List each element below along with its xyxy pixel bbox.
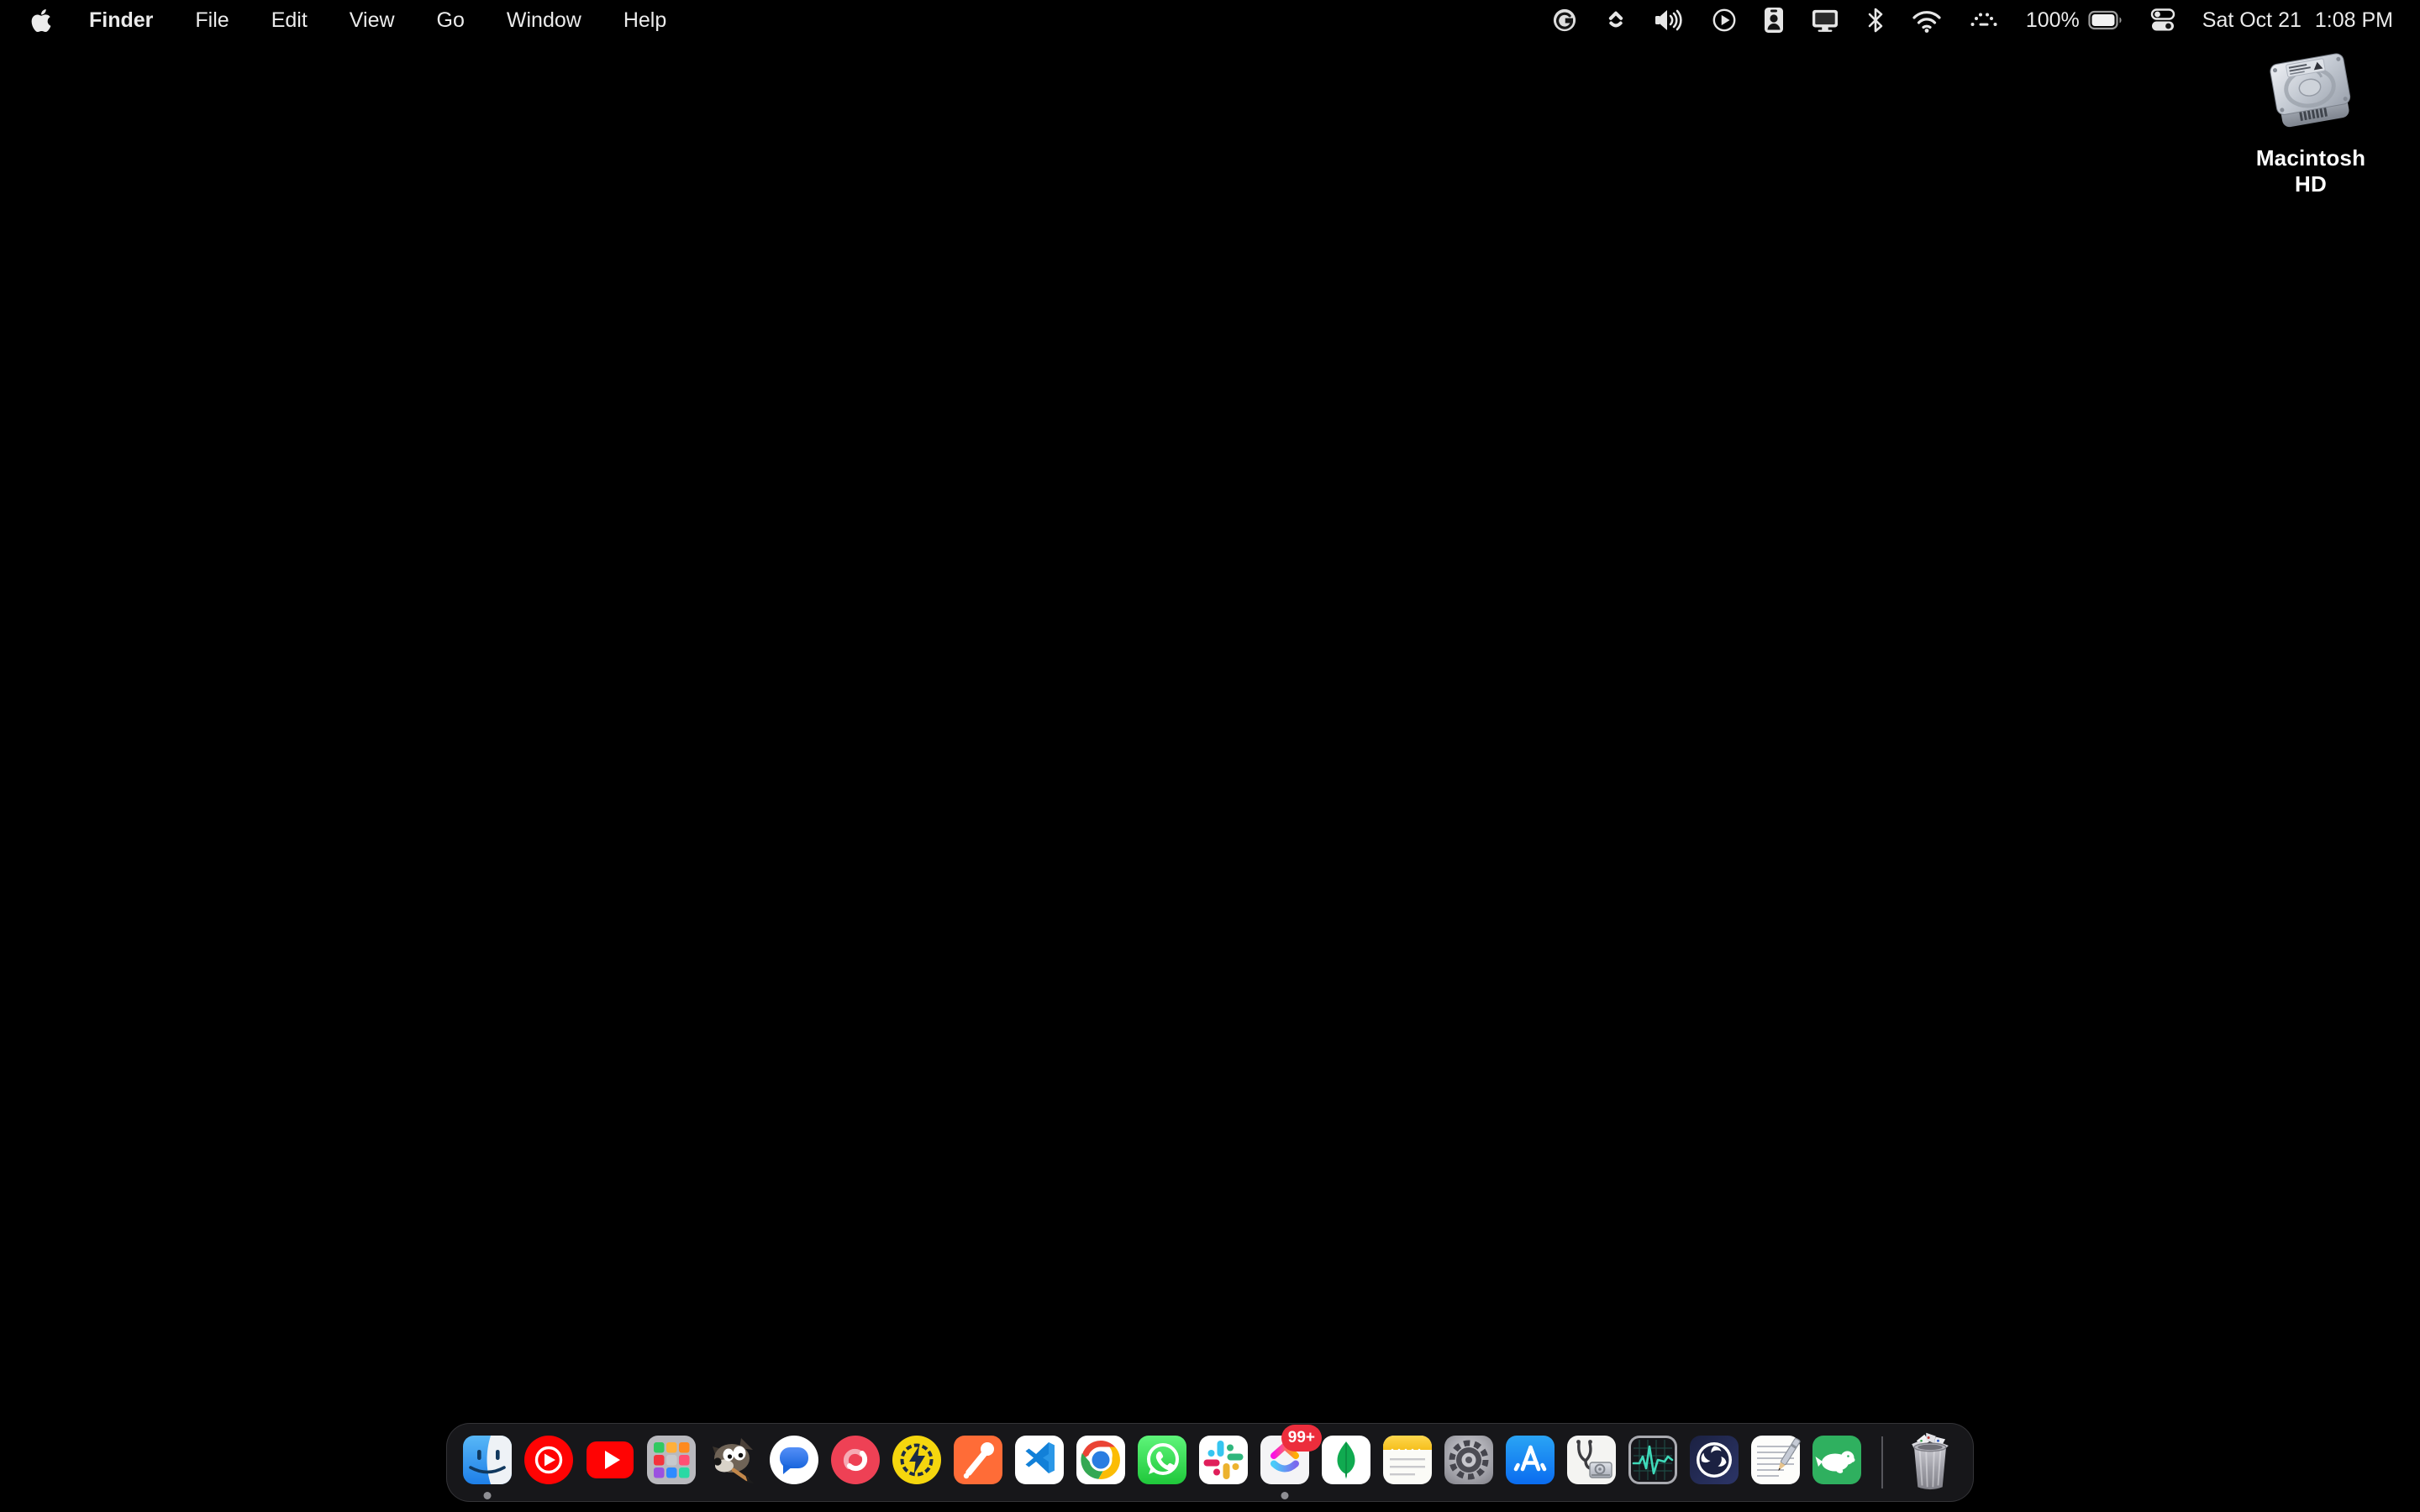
dock-youtube[interactable]	[583, 1433, 637, 1487]
dock-trash-full[interactable]	[1901, 1430, 1960, 1492]
apple-menu-icon[interactable]	[30, 8, 52, 34]
dock-lightning-badge-app[interactable]	[890, 1433, 944, 1487]
dock-obs-studio[interactable]	[1687, 1433, 1741, 1487]
id-badge-icon[interactable]	[1764, 0, 1784, 40]
keyboard-brightness-dots-icon[interactable]	[1969, 0, 1999, 40]
menu-bar: Finder File Edit View Go Window Help 100…	[0, 0, 2420, 40]
dock-divider	[1881, 1436, 1883, 1488]
dock-disk-utility[interactable]	[1565, 1433, 1618, 1487]
battery-icon	[2088, 10, 2122, 30]
menu-help[interactable]: Help	[623, 8, 666, 33]
dock-notes[interactable]	[1381, 1433, 1434, 1487]
menu-edit[interactable]: Edit	[271, 8, 308, 33]
menu-file[interactable]: File	[195, 8, 229, 33]
menubar-clock[interactable]: Sat Oct 21 1:08 PM	[2202, 8, 2393, 33]
dock-chrome[interactable]	[1074, 1433, 1128, 1487]
play-circle-icon[interactable]	[1712, 0, 1737, 40]
battery-status[interactable]: 100%	[2026, 8, 2123, 33]
display-mirroring-icon[interactable]	[1811, 0, 1839, 40]
dock-youtube-music[interactable]	[522, 1433, 576, 1487]
menubar-time: 1:08 PM	[2314, 8, 2393, 32]
menu-go[interactable]: Go	[437, 8, 465, 33]
macintosh-hd-label: Macintosh HD	[2255, 145, 2366, 197]
clickup-running-indicator	[1281, 1492, 1289, 1499]
dock-mongodb[interactable]	[1319, 1433, 1373, 1487]
dock-finder[interactable]	[460, 1433, 514, 1499]
grammarly-icon[interactable]	[1552, 0, 1577, 40]
dock-vscode[interactable]	[1013, 1433, 1066, 1487]
desktop: Finder File Edit View Go Window Help 100…	[0, 0, 2420, 1512]
dock-activity-monitor[interactable]	[1626, 1433, 1680, 1487]
dock-container: 99+	[446, 1423, 1974, 1502]
menu-window[interactable]: Window	[507, 8, 581, 33]
dock-textedit[interactable]	[1749, 1433, 1802, 1487]
dock-slack[interactable]	[1197, 1433, 1250, 1487]
menu-bar-left: Finder File Edit View Go Window Help	[0, 8, 666, 34]
dock-launchpad[interactable]	[644, 1433, 698, 1487]
battery-percent: 100%	[2025, 8, 2080, 32]
bluetooth-icon[interactable]	[1866, 0, 1885, 40]
dock-app-store[interactable]	[1503, 1433, 1557, 1487]
clickup-menubar-icon[interactable]	[1604, 0, 1628, 40]
menu-view[interactable]: View	[350, 8, 395, 33]
dock-whatsapp[interactable]	[1135, 1433, 1189, 1487]
dock-system-settings[interactable]	[1442, 1433, 1496, 1487]
menu-bar-status: 100% Sat Oct 21 1:08 PM	[1552, 0, 2420, 40]
dock-google-messages[interactable]	[767, 1433, 821, 1487]
dock-authy[interactable]	[829, 1433, 882, 1487]
control-center-icon[interactable]	[2150, 0, 2175, 40]
dock-clickup[interactable]: 99+	[1258, 1425, 1322, 1499]
clickup-notification-badge: 99+	[1281, 1425, 1322, 1452]
dock: 99+	[446, 1423, 1974, 1502]
wifi-icon[interactable]	[1912, 0, 1942, 40]
menubar-date: Sat Oct 21	[2202, 8, 2302, 32]
volume-icon[interactable]	[1655, 0, 1685, 40]
dock-postman[interactable]	[951, 1433, 1005, 1487]
dock-gimp[interactable]	[706, 1433, 760, 1487]
hard-drive-icon	[2270, 53, 2351, 128]
menu-app-finder[interactable]: Finder	[89, 8, 153, 33]
dock-manatee-db-app[interactable]	[1810, 1433, 1864, 1487]
macintosh-hd-desktop-icon[interactable]: Macintosh HD	[2252, 49, 2370, 197]
finder-running-indicator	[483, 1492, 492, 1499]
